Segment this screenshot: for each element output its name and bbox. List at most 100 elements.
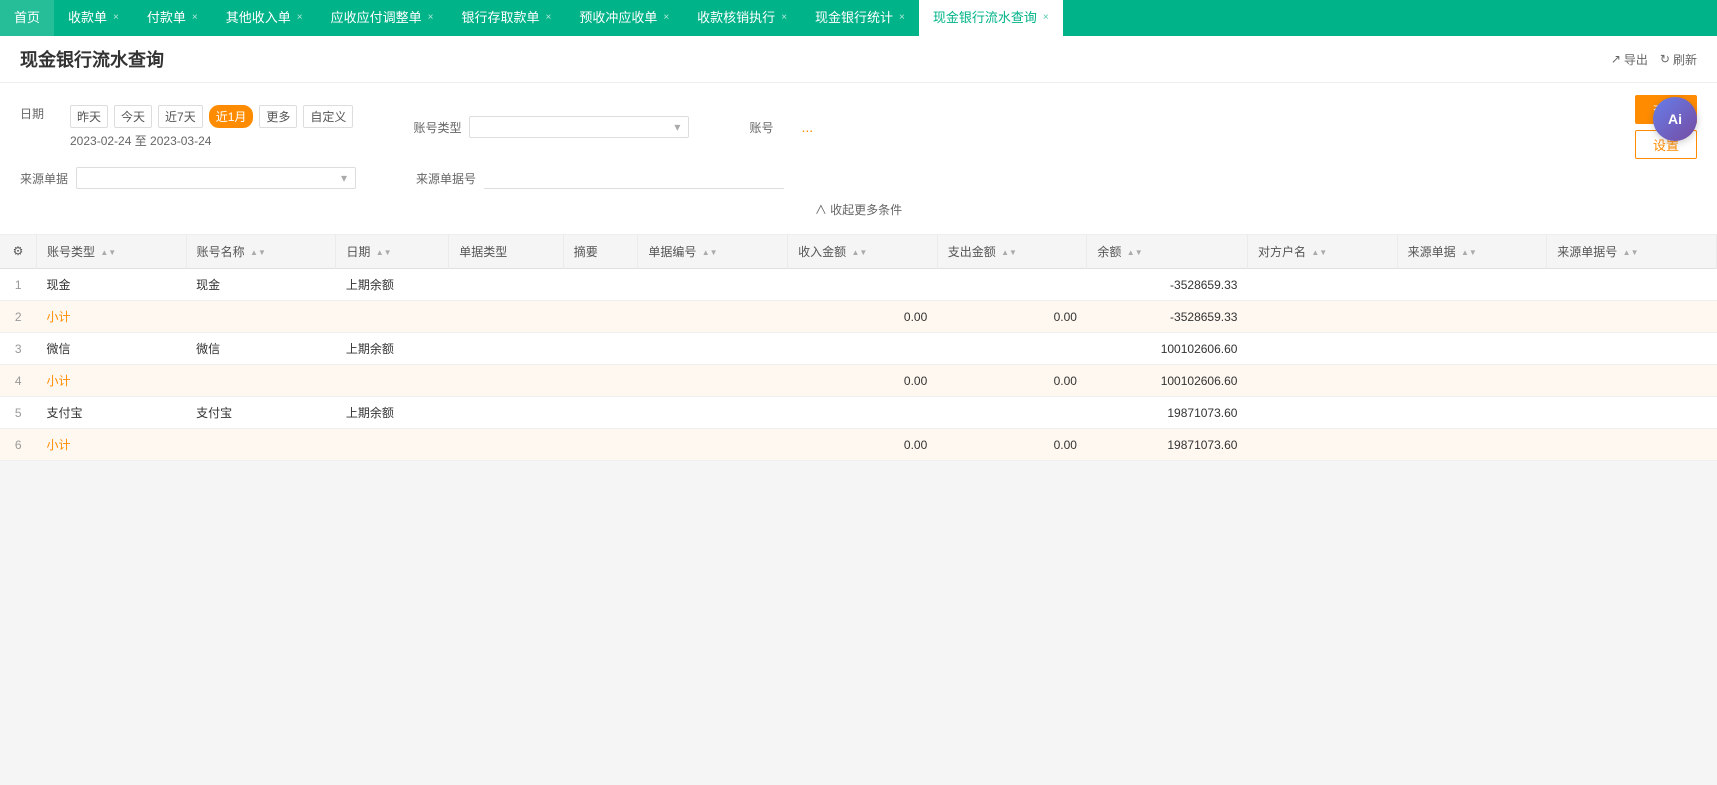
nav-adjustment[interactable]: 应收应付调整单 × [317,0,448,36]
table-cell [1247,365,1397,397]
sort-account-type-icon[interactable]: ▲▼ [100,249,116,257]
table-cell [563,301,638,333]
account-type-select[interactable]: ▾ [469,116,689,138]
sort-balance-icon[interactable]: ▲▼ [1127,249,1143,257]
table-cell [1397,397,1547,429]
date-options: 昨天 今天 近7天 近1月 更多 自定义 [70,105,353,128]
nav-advance[interactable]: 预收冲应收单 × [565,0,683,36]
table-cell [1247,397,1397,429]
collapse-bar[interactable]: ∧ 收起更多条件 [20,197,1697,226]
table-cell [1397,365,1547,397]
table-row: 3微信微信上期余额100102606.60 [0,333,1717,365]
account-label: 账号 [749,119,789,136]
th-income-label: 收入金额 [798,245,846,259]
table-cell [1247,429,1397,461]
date-label: 日期 [20,105,60,122]
table-cell: 6 [0,429,37,461]
close-receipt-icon[interactable]: × [113,0,119,36]
close-writeoff-icon[interactable]: × [781,0,787,36]
table-cell [1397,301,1547,333]
ai-assistant-button[interactable]: Ai [1653,97,1697,141]
table-cell [1547,269,1717,301]
nav-bank-deposit[interactable]: 银行存取款单 × [447,0,565,36]
th-source-doc-no-label: 来源单据号 [1557,245,1617,259]
th-source-doc-no: 来源单据号 ▲▼ [1547,235,1717,269]
th-income: 收入金额 ▲▼ [788,235,938,269]
th-account-type-label: 账号类型 [47,245,95,259]
date-today[interactable]: 今天 [114,105,152,128]
close-cash-stat-icon[interactable]: × [899,0,905,36]
nav-writeoff[interactable]: 收款核销执行 × [683,0,801,36]
date-more[interactable]: 更多 [259,105,297,128]
close-advance-icon[interactable]: × [663,0,669,36]
nav-receipt[interactable]: 收款单 × [54,0,133,36]
gear-icon[interactable]: ⚙ [10,244,26,260]
table-cell: 上期余额 [336,333,449,365]
table-cell: 2 [0,301,37,333]
refresh-button[interactable]: ↻ 刷新 [1660,51,1697,68]
table-cell: 4 [0,365,37,397]
nav-payment[interactable]: 付款单 × [133,0,212,36]
close-adjustment-icon[interactable]: × [428,0,434,36]
nav-other-income[interactable]: 其他收入单 × [212,0,317,36]
sort-source-doc-no-icon[interactable]: ▲▼ [1623,249,1639,257]
date-1month[interactable]: 近1月 [209,105,254,128]
table-cell [1397,333,1547,365]
date-7days[interactable]: 近7天 [158,105,203,128]
sort-expense-icon[interactable]: ▲▼ [1001,249,1017,257]
table-cell: 微信 [37,333,187,365]
account-type-label: 账号类型 [413,119,461,136]
export-button[interactable]: ↗ 导出 [1611,51,1648,68]
sort-doc-no-icon[interactable]: ▲▼ [702,249,718,257]
nav-cash-stat[interactable]: 现金银行统计 × [801,0,919,36]
close-other-income-icon[interactable]: × [297,0,303,36]
table-cell [1397,429,1547,461]
table-cell [638,269,788,301]
th-summary-label: 摘要 [574,245,598,259]
refresh-icon: ↻ [1660,52,1670,66]
table-cell [1547,397,1717,429]
source-doc-no-input[interactable] [484,168,784,189]
nav-cash-flow[interactable]: 现金银行流水查询 × [919,0,1063,36]
table-cell [186,301,336,333]
table-cell: 0.00 [937,365,1087,397]
collapse-icon: ∧ [815,203,827,217]
nav-home[interactable]: 首页 [0,0,54,36]
table-cell [449,269,564,301]
table-cell [449,301,564,333]
sort-counterparty-icon[interactable]: ▲▼ [1311,249,1327,257]
sort-account-name-icon[interactable]: ▲▼ [250,249,266,257]
table-cell: 0.00 [788,365,938,397]
page-header: 现金银行流水查询 ↗ 导出 ↻ 刷新 [0,36,1717,83]
table-cell [449,397,564,429]
table-row: 5支付宝支付宝上期余额19871073.60 [0,397,1717,429]
sort-income-icon[interactable]: ▲▼ [851,249,867,257]
table-row: 4小计0.000.00100102606.60 [0,365,1717,397]
th-counterparty-label: 对方户名 [1258,245,1306,259]
close-bank-deposit-icon[interactable]: × [545,0,551,36]
table-cell [1247,333,1397,365]
table-cell [638,397,788,429]
table-cell [336,365,449,397]
date-yesterday[interactable]: 昨天 [70,105,108,128]
table-cell: 5 [0,397,37,429]
table-cell [336,429,449,461]
th-expense: 支出金额 ▲▼ [937,235,1087,269]
table-cell: 支付宝 [186,397,336,429]
table-cell [563,269,638,301]
table-cell [1547,333,1717,365]
table-cell [1247,269,1397,301]
date-custom[interactable]: 自定义 [303,105,353,128]
table-cell: 微信 [186,333,336,365]
source-doc-label: 来源单据 [20,170,68,187]
th-doc-no: 单据编号 ▲▼ [638,235,788,269]
sort-date-icon[interactable]: ▲▼ [376,249,392,257]
source-doc-filter: 来源单据 ▾ [20,167,356,189]
table-cell: 0.00 [937,429,1087,461]
sort-source-doc-icon[interactable]: ▲▼ [1461,249,1477,257]
source-doc-select[interactable]: ▾ [76,167,356,189]
account-dots-button[interactable]: ... [797,119,817,135]
close-payment-icon[interactable]: × [192,0,198,36]
close-cash-flow-icon[interactable]: × [1043,0,1049,36]
table-row: 6小计0.000.0019871073.60 [0,429,1717,461]
